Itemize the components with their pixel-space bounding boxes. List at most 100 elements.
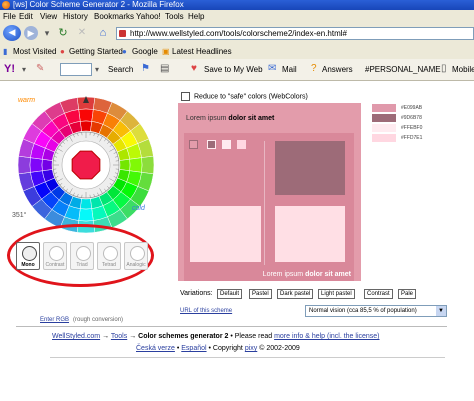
swatch-color-2[interactable] — [372, 114, 396, 122]
wheel-segment[interactable] — [41, 158, 53, 172]
wheel-segment[interactable] — [129, 157, 143, 173]
menu-bookmarks[interactable]: Bookmarks — [94, 12, 134, 21]
footer-divider — [16, 326, 447, 327]
yahoo-search-button[interactable]: Search — [108, 65, 133, 74]
scheme-tetrad-button[interactable]: Tetrad — [97, 242, 121, 270]
footer-link-tools[interactable]: Tools — [111, 333, 127, 340]
swatch-color-1[interactable] — [372, 104, 396, 112]
safe-colors-checkbox[interactable] — [181, 92, 190, 101]
color-wheel[interactable] — [16, 95, 156, 235]
toolbar-tool-icon[interactable]: ▤ — [160, 63, 169, 74]
swatch-color-4[interactable] — [372, 134, 396, 142]
bookmark-latest-headlines[interactable]: Latest Headlines — [172, 47, 232, 56]
variations-label: Variations: — [180, 290, 213, 297]
window-title: [ws] Color Scheme Generator 2 - Mozilla … — [13, 0, 184, 9]
mail-button[interactable]: Mail — [282, 65, 297, 74]
mobile-icon: ▯ — [441, 63, 447, 74]
preview-divider — [264, 141, 265, 265]
wheel-segment[interactable] — [79, 120, 93, 132]
scheme-triad-button[interactable]: Triad — [70, 242, 94, 270]
wheel-segment[interactable] — [141, 155, 155, 175]
yahoo-toolbar: Y! ▾ ✎ ▾ Search ⚑ ▤ ♥ Save to My Web ✉ M… — [0, 59, 474, 81]
footer-link-pixy[interactable]: pixy — [245, 345, 257, 352]
variation-default-button[interactable]: Default — [217, 289, 243, 299]
bookmark-getting-started[interactable]: Getting Started — [69, 47, 123, 56]
scheme-analogic-button[interactable]: Analogic — [124, 242, 148, 270]
preview-swatch-2 — [207, 140, 216, 149]
variation-pastel-button[interactable]: Pastel — [249, 289, 272, 299]
search-dropdown-icon[interactable]: ▾ — [95, 65, 99, 74]
preview-header-text: Lorem ipsum dolor sit amet — [186, 115, 274, 122]
preview-light-block-left — [190, 206, 261, 262]
footer-link-spanish[interactable]: Español — [181, 345, 206, 352]
bookmark-most-visited[interactable]: Most Visited — [13, 47, 56, 56]
wheel-segment[interactable] — [79, 198, 93, 210]
yahoo-search-input[interactable] — [60, 63, 92, 76]
save-to-my-web-button[interactable]: Save to My Web — [204, 65, 263, 74]
wheel-segment[interactable] — [29, 157, 43, 173]
menu-help[interactable]: Help — [188, 12, 204, 21]
scheme-contrast-label: Contrast — [45, 262, 65, 268]
wheel-segment[interactable] — [119, 158, 131, 172]
footer-link-more-info[interactable]: more info & help (incl. the license) — [274, 333, 379, 340]
getting-started-icon: ● — [60, 47, 65, 56]
scheme-triad-label: Triad — [76, 262, 88, 268]
history-dropdown-icon[interactable]: ▾ — [42, 26, 52, 40]
footer-link-czech[interactable]: Česká verze — [136, 345, 175, 352]
scheme-mono-label: Mono — [21, 262, 35, 268]
enter-rgb-note: (rough conversion) — [73, 317, 124, 323]
wheel-segment[interactable] — [78, 108, 94, 122]
footer-read-prefix: Please read — [234, 333, 273, 340]
selected-color-marker — [71, 150, 101, 180]
scheme-contrast-button[interactable]: Contrast — [43, 242, 67, 270]
variation-contrast-button[interactable]: Contrast — [364, 289, 393, 299]
menu-view[interactable]: View — [40, 12, 57, 21]
enter-rgb-row: Enter RGB (rough conversion) — [40, 317, 123, 323]
variation-pale-button[interactable]: Pale — [398, 289, 417, 299]
menu-file[interactable]: File — [3, 12, 16, 21]
menu-history[interactable]: History — [63, 12, 88, 21]
footer-bullet: • — [176, 345, 180, 352]
scheme-mono-button[interactable]: Mono — [16, 242, 40, 270]
home-icon[interactable]: ⌂ — [96, 26, 110, 40]
enter-rgb-link[interactable]: Enter RGB — [40, 317, 69, 323]
reload-icon[interactable]: ↻ — [56, 26, 70, 40]
back-button[interactable]: ◀ — [3, 25, 21, 41]
menu-tools[interactable]: Tools — [165, 12, 184, 21]
url-of-scheme-link[interactable]: URL of this scheme — [180, 308, 232, 314]
variation-dark-pastel-button[interactable]: Dark pastel — [277, 289, 314, 299]
yahoo-logo[interactable]: Y! — [4, 63, 15, 75]
save-icon: ♥ — [191, 63, 197, 74]
footer-copyright-years: © 2002-2009 — [259, 345, 300, 352]
bookmark-icon[interactable]: ⚑ — [141, 63, 150, 74]
bookmark-google[interactable]: Google — [132, 47, 158, 56]
mobile-button[interactable]: Mobile — [452, 65, 474, 74]
forward-button[interactable]: ▶ — [24, 26, 38, 40]
wheel-segment[interactable] — [78, 208, 94, 222]
mono-icon — [22, 246, 37, 261]
rss-icon: ▣ — [162, 47, 170, 56]
menu-edit[interactable]: Edit — [19, 12, 33, 21]
address-bar[interactable]: http://www.wellstyled.com/tools/colorsch… — [116, 27, 474, 40]
footer-languages: Česká verze • Español • Copyright pixy ©… — [136, 345, 300, 352]
triad-icon — [76, 246, 91, 261]
safe-colors-label: Reduce to "safe" colors (WebColors) — [194, 93, 308, 101]
swatch-color-3[interactable] — [372, 124, 396, 132]
vision-select[interactable]: Normal vision (cca 85,5 % of population)… — [305, 305, 447, 317]
contrast-icon — [49, 246, 64, 261]
preview-header-bold: dolor sit amet — [228, 115, 275, 122]
personal-name-button[interactable]: #PERSONAL_NAME — [365, 65, 441, 74]
menu-yahoo[interactable]: Yahoo! — [136, 12, 161, 21]
footer-bottom-rule — [50, 357, 445, 358]
safe-colors-option[interactable]: Reduce to "safe" colors (WebColors) — [181, 92, 308, 101]
yahoo-menu-icon[interactable]: ▾ — [22, 65, 26, 74]
footer-link-wellstyled[interactable]: WellStyled.com — [52, 333, 100, 340]
stop-icon[interactable]: ✕ — [75, 26, 89, 40]
chevron-down-icon[interactable]: ▼ — [436, 306, 446, 316]
preview-swatch-1 — [189, 140, 198, 149]
wheel-segment[interactable] — [17, 155, 31, 175]
pencil-icon[interactable]: ✎ — [36, 63, 44, 74]
answers-button[interactable]: Answers — [322, 65, 353, 74]
variation-light-pastel-button[interactable]: Light pastel — [318, 289, 355, 299]
footer-bullet: • — [230, 333, 233, 340]
